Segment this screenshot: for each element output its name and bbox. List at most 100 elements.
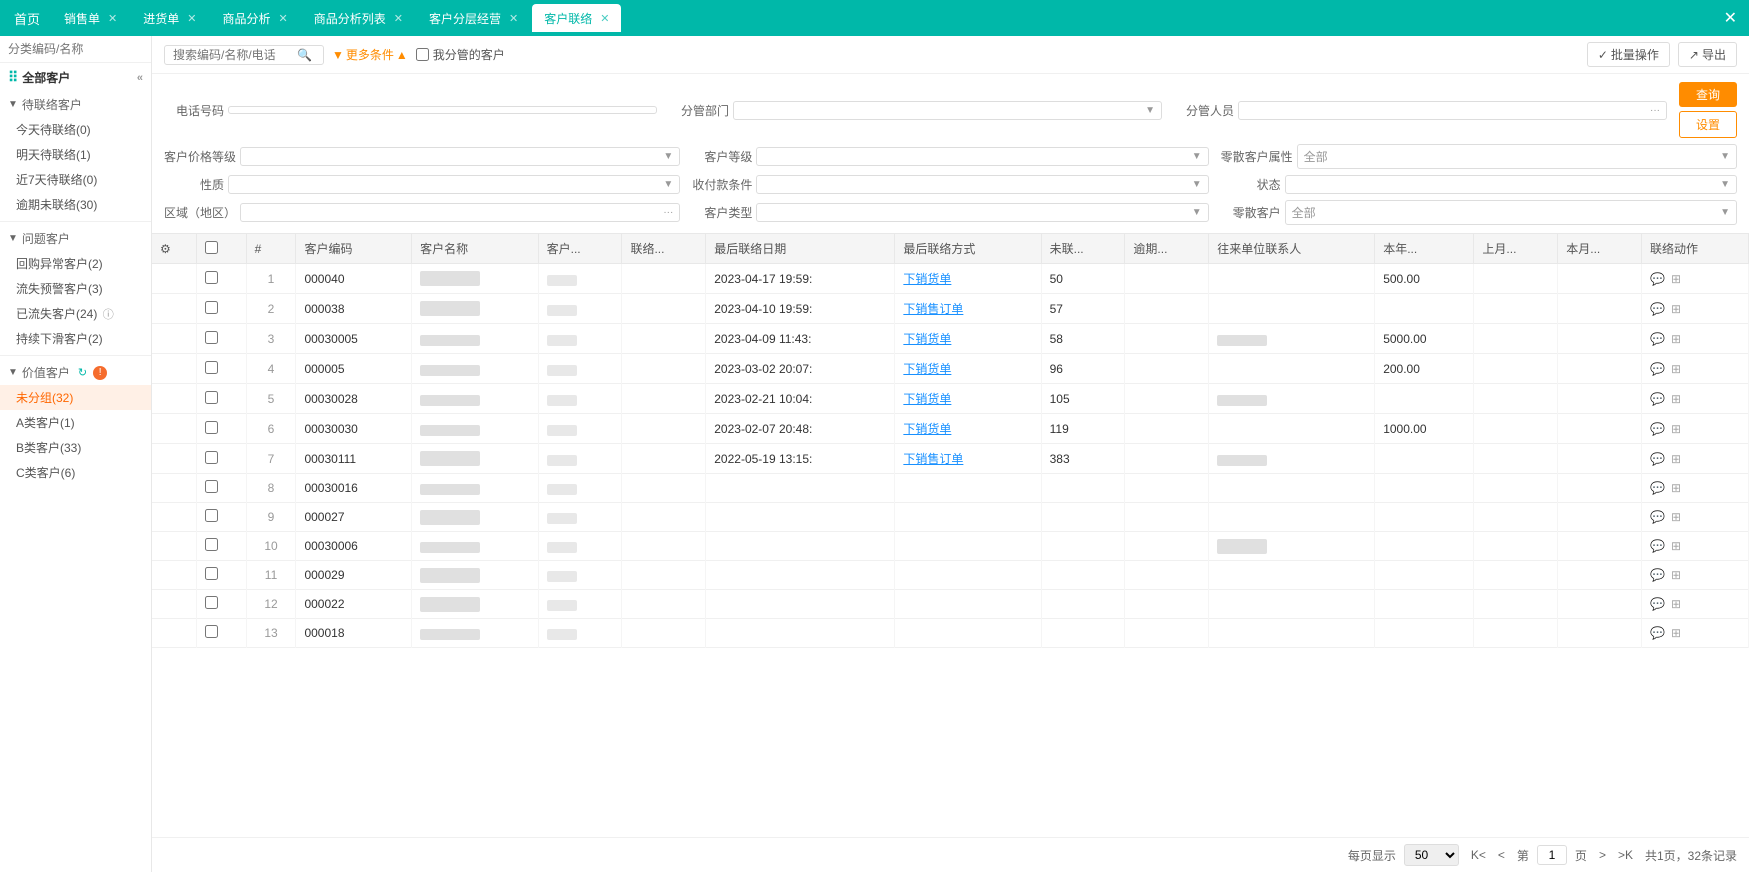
filter-retail-attr-select[interactable]: 全部 ▼: [1297, 144, 1737, 169]
tab-close-sales[interactable]: ✕: [108, 12, 117, 25]
grid-icon[interactable]: ⊞: [1671, 597, 1681, 611]
sidebar-item-tomorrow[interactable]: 明天待联络(1): [0, 142, 151, 167]
grid-icon[interactable]: ⊞: [1671, 332, 1681, 346]
sidebar-group-pending-contact[interactable]: ▼ 待联络客户: [0, 92, 151, 117]
gear-icon[interactable]: ⚙: [160, 242, 171, 256]
filter-search-input[interactable]: [173, 48, 293, 62]
sidebar-item-overdue[interactable]: 逾期未联络(30): [0, 192, 151, 217]
message-icon[interactable]: 💬: [1650, 422, 1665, 436]
row-checkbox[interactable]: [205, 480, 218, 493]
tab-purchase[interactable]: 进货单 ✕: [131, 4, 208, 32]
td-checkbox[interactable]: [197, 444, 246, 474]
batch-operation-btn[interactable]: ✓ 批量操作: [1587, 42, 1670, 67]
all-customers-section[interactable]: ⠿ 全部客户 «: [0, 63, 151, 92]
prev-page-btn[interactable]: <: [1494, 846, 1509, 864]
grid-icon[interactable]: ⊞: [1671, 302, 1681, 316]
sidebar-item-inactive[interactable]: 持续下滑客户(2): [0, 326, 151, 351]
message-icon[interactable]: 💬: [1650, 568, 1665, 582]
tab-close-customer-segment[interactable]: ✕: [509, 12, 518, 25]
contact-way-link[interactable]: 下销售订单: [903, 452, 963, 466]
filter-manager-select[interactable]: ···: [1238, 101, 1667, 120]
sidebar-group-problem[interactable]: ▼ 问题客户: [0, 226, 151, 251]
sidebar-collapse-icon[interactable]: «: [137, 72, 143, 84]
td-checkbox[interactable]: [197, 532, 246, 561]
td-checkbox[interactable]: [197, 503, 246, 532]
grid-icon[interactable]: ⊞: [1671, 452, 1681, 466]
tab-sales[interactable]: 销售单 ✕: [52, 4, 129, 32]
td-checkbox[interactable]: [197, 264, 246, 294]
td-checkbox[interactable]: [197, 294, 246, 324]
filter-customer-type-select[interactable]: ▼: [756, 203, 1208, 222]
filter-payment-select[interactable]: ▼: [756, 175, 1208, 194]
refresh-icon[interactable]: ↻: [78, 366, 87, 379]
grid-icon[interactable]: ⊞: [1671, 510, 1681, 524]
sidebar-item-churn-risk[interactable]: 流失预警客户(3): [0, 276, 151, 301]
grid-icon[interactable]: ⊞: [1671, 539, 1681, 553]
td-checkbox[interactable]: [197, 324, 246, 354]
filter-region-select[interactable]: ···: [240, 203, 680, 222]
filter-price-level-select[interactable]: ▼: [240, 147, 680, 166]
contact-way-link[interactable]: 下销货单: [903, 362, 951, 376]
message-icon[interactable]: 💬: [1650, 481, 1665, 495]
page-size-select[interactable]: 50 100: [1404, 844, 1459, 866]
grid-icon[interactable]: ⊞: [1671, 362, 1681, 376]
message-icon[interactable]: 💬: [1650, 272, 1665, 286]
grid-icon[interactable]: ⊞: [1671, 422, 1681, 436]
sidebar-search-box[interactable]: 🔍: [0, 36, 151, 63]
contact-way-link[interactable]: 下销售订单: [903, 302, 963, 316]
select-all-checkbox[interactable]: [205, 241, 218, 254]
row-checkbox[interactable]: [205, 301, 218, 314]
row-checkbox[interactable]: [205, 421, 218, 434]
filter-retail-customer-select[interactable]: 全部 ▼: [1285, 200, 1737, 225]
message-icon[interactable]: 💬: [1650, 302, 1665, 316]
filter-search-box[interactable]: 🔍: [164, 45, 324, 65]
sidebar-item-group-a[interactable]: A类客户(1): [0, 410, 151, 435]
sidebar-item-week[interactable]: 近7天待联络(0): [0, 167, 151, 192]
sidebar-item-unclassified[interactable]: 未分组(32): [0, 385, 151, 410]
message-icon[interactable]: 💬: [1650, 539, 1665, 553]
message-icon[interactable]: 💬: [1650, 510, 1665, 524]
my-customers-check[interactable]: [416, 48, 429, 61]
window-close-icon[interactable]: ✕: [1716, 8, 1745, 28]
td-checkbox[interactable]: [197, 619, 246, 648]
sidebar-item-purchase-abnormal[interactable]: 回购异常客户(2): [0, 251, 151, 276]
tab-close-product-list[interactable]: ✕: [394, 12, 403, 25]
reset-btn[interactable]: 设置: [1679, 111, 1737, 138]
row-checkbox[interactable]: [205, 567, 218, 580]
contact-way-link[interactable]: 下销货单: [903, 392, 951, 406]
more-conditions-btn[interactable]: ▼ 更多条件 ▲: [332, 46, 408, 63]
filter-search-icon[interactable]: 🔍: [297, 48, 312, 62]
first-page-btn[interactable]: K<: [1467, 846, 1490, 864]
query-btn[interactable]: 查询: [1679, 82, 1737, 107]
row-checkbox[interactable]: [205, 271, 218, 284]
row-checkbox[interactable]: [205, 538, 218, 551]
row-checkbox[interactable]: [205, 451, 218, 464]
row-checkbox[interactable]: [205, 361, 218, 374]
page-number-input[interactable]: [1537, 845, 1567, 865]
sidebar-item-group-c[interactable]: C类客户(6): [0, 460, 151, 485]
td-checkbox[interactable]: [197, 354, 246, 384]
row-checkbox[interactable]: [205, 331, 218, 344]
grid-icon[interactable]: ⊞: [1671, 272, 1681, 286]
tab-product-analysis[interactable]: 商品分析 ✕: [210, 4, 299, 32]
tab-product-list[interactable]: 商品分析列表 ✕: [302, 4, 415, 32]
tab-close-purchase[interactable]: ✕: [187, 12, 196, 25]
filter-customer-level-select[interactable]: ▼: [756, 147, 1208, 166]
message-icon[interactable]: 💬: [1650, 597, 1665, 611]
grid-icon[interactable]: ⊞: [1671, 481, 1681, 495]
tab-customer-segment[interactable]: 客户分层经营 ✕: [417, 4, 530, 32]
message-icon[interactable]: 💬: [1650, 452, 1665, 466]
export-btn[interactable]: ↗ 导出: [1678, 42, 1737, 67]
sidebar-search-input[interactable]: [8, 42, 152, 56]
sidebar-item-group-b[interactable]: B类客户(33): [0, 435, 151, 460]
tab-close-customer-contact[interactable]: ✕: [600, 12, 609, 25]
filter-dept-select[interactable]: ▼: [733, 101, 1162, 120]
td-checkbox[interactable]: [197, 474, 246, 503]
row-checkbox[interactable]: [205, 391, 218, 404]
th-checkbox[interactable]: [197, 234, 246, 264]
th-gear[interactable]: ⚙: [152, 234, 197, 264]
tab-close-product-analysis[interactable]: ✕: [279, 12, 288, 25]
tab-customer-contact[interactable]: 客户联络 ✕: [532, 4, 621, 32]
row-checkbox[interactable]: [205, 596, 218, 609]
sidebar-item-lost[interactable]: 已流失客户(24) ⓘ: [0, 301, 151, 326]
